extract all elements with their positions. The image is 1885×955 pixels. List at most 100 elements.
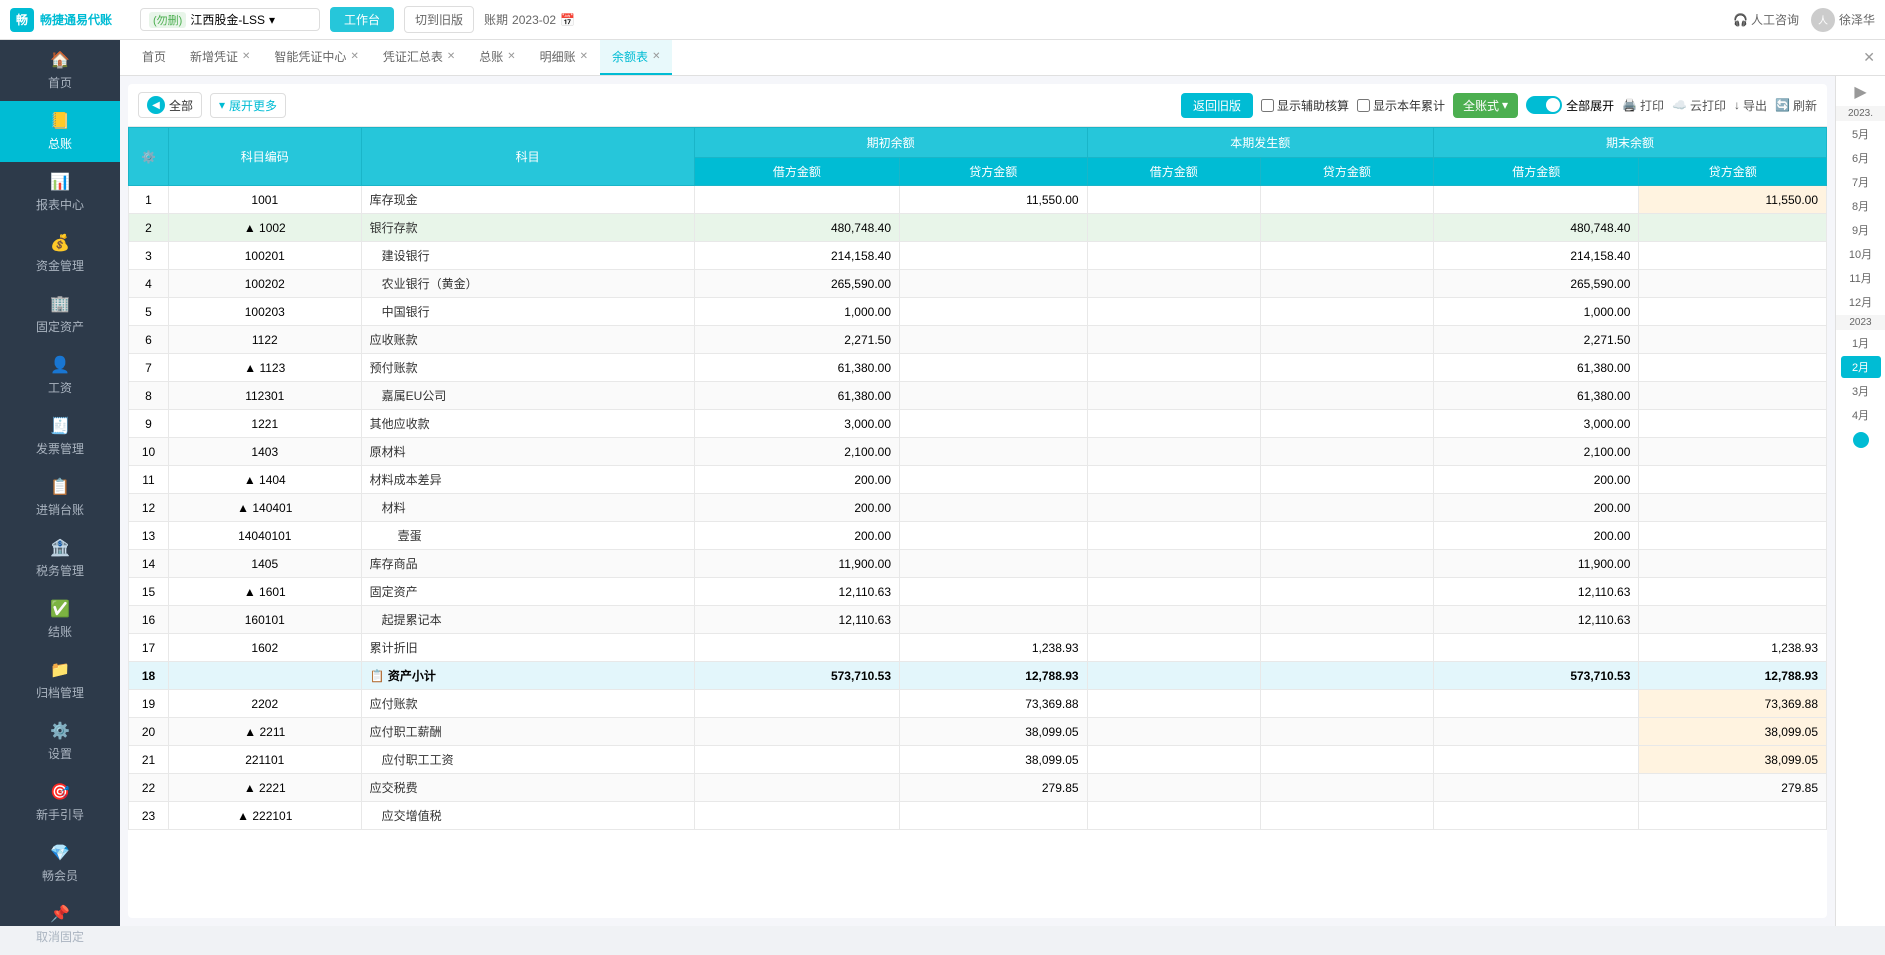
account-name-link[interactable]: 银行存款 [370, 221, 418, 235]
month-7[interactable]: 7月 [1841, 171, 1881, 193]
account-name-link[interactable]: 固定资产 [370, 585, 418, 599]
sidebar-item-purchase[interactable]: 📋 进销台账 [0, 467, 120, 528]
month-5[interactable]: 5月 [1841, 123, 1881, 145]
workbench-button[interactable]: 工作台 [330, 7, 394, 32]
toggle-switch-control[interactable] [1526, 96, 1562, 114]
table-row-name[interactable]: 其他应收款 [361, 410, 694, 438]
account-name-link[interactable]: 起提累记本 [382, 613, 442, 627]
month-11[interactable]: 11月 [1841, 267, 1881, 289]
account-name-link[interactable]: 累计折旧 [370, 641, 418, 655]
table-row-name[interactable]: 累计折旧 [361, 634, 694, 662]
account-name-link[interactable]: 农业银行（黄金） [382, 277, 478, 291]
sidebar-item-checkout[interactable]: ✅ 结账 [0, 589, 120, 650]
table-row-name[interactable]: 原材料 [361, 438, 694, 466]
cloud-print-button[interactable]: ☁️ 云打印 [1672, 97, 1726, 114]
account-name-link[interactable]: 材料 [382, 501, 406, 515]
tab-detail-ledger[interactable]: 明细账 ✕ [528, 40, 600, 75]
month-6[interactable]: 6月 [1841, 147, 1881, 169]
sidebar-item-asset[interactable]: 🏢 固定资产 [0, 284, 120, 345]
sidebar-item-invoice[interactable]: 🧾 发票管理 [0, 406, 120, 467]
tab-new-voucher-close[interactable]: ✕ [242, 51, 250, 62]
chk-auxiliary[interactable] [1261, 99, 1274, 112]
chk-year-accum[interactable] [1357, 99, 1370, 112]
toggle-expand[interactable]: 全部展开 [1526, 96, 1614, 114]
refresh-button[interactable]: 🔄 刷新 [1775, 97, 1817, 114]
chk-auxiliary-label[interactable]: 显示辅助核算 [1261, 97, 1349, 114]
tab-voucher-summary-close[interactable]: ✕ [447, 51, 455, 62]
table-row-name[interactable]: 应付职工工资 [361, 746, 694, 774]
tab-home[interactable]: 首页 [130, 40, 178, 75]
sidebar-item-tax[interactable]: 🏦 税务管理 [0, 528, 120, 589]
account-name-link[interactable]: 中国银行 [382, 305, 430, 319]
account-name-link[interactable]: 应付账款 [370, 697, 418, 711]
table-row-name[interactable]: 起提累记本 [361, 606, 694, 634]
table-row-name[interactable]: 预付账款 [361, 354, 694, 382]
tab-ledger-close[interactable]: ✕ [507, 51, 515, 62]
sidebar-item-salary[interactable]: 👤 工资 [0, 345, 120, 406]
sidebar-item-member[interactable]: 💎 畅会员 [0, 833, 120, 894]
table-row-name[interactable]: 应付职工薪酬 [361, 718, 694, 746]
account-name-link[interactable]: 材料成本差异 [370, 473, 442, 487]
table-row-name[interactable]: 固定资产 [361, 578, 694, 606]
user-area[interactable]: 人 徐泽华 [1811, 8, 1875, 32]
export-button[interactable]: ↓ 导出 [1734, 97, 1767, 114]
sidebar-item-ledger[interactable]: 📒 总账 [0, 101, 120, 162]
tab-balance-close[interactable]: ✕ [652, 51, 660, 62]
account-name-link[interactable]: 原材料 [370, 445, 406, 459]
chk-year-accum-label[interactable]: 显示本年累计 [1357, 97, 1445, 114]
tab-close-all[interactable]: ✕ [1863, 49, 1875, 66]
table-row-name[interactable]: 应收账款 [361, 326, 694, 354]
account-name-link[interactable]: 建设银行 [382, 249, 430, 263]
print-button[interactable]: 🖨️ 打印 [1622, 97, 1664, 114]
consult-area[interactable]: 🎧 人工咨询 [1733, 11, 1799, 28]
sidebar-item-settings[interactable]: ⚙️ 设置 [0, 711, 120, 772]
table-row-name[interactable]: 应交增值税 [361, 802, 694, 830]
sidebar-item-fund[interactable]: 💰 资金管理 [0, 223, 120, 284]
table-row-name[interactable]: 材料 [361, 494, 694, 522]
account-name-link[interactable]: 库存现金 [370, 193, 418, 207]
month-2[interactable]: 2月 [1841, 356, 1881, 378]
account-name-link[interactable]: 嘉属EU公司 [382, 389, 447, 403]
account-name-link[interactable]: 壹蛋 [398, 529, 422, 543]
tab-balance[interactable]: 余额表 ✕ [600, 40, 672, 75]
return-old-button[interactable]: 返回旧版 [1181, 93, 1253, 118]
tab-new-voucher[interactable]: 新增凭证 ✕ [178, 40, 262, 75]
table-row-name[interactable]: 应交税费 [361, 774, 694, 802]
table-row-name[interactable]: 壹蛋 [361, 522, 694, 550]
tab-smart-voucher[interactable]: 智能凭证中心 ✕ [262, 40, 370, 75]
table-row-name[interactable]: 应付账款 [361, 690, 694, 718]
account-name-link[interactable]: 应付职工工资 [382, 753, 454, 767]
table-row-name[interactable]: 银行存款 [361, 214, 694, 242]
month-3[interactable]: 3月 [1841, 380, 1881, 402]
fullmode-button[interactable]: 全账式 ▾ [1453, 93, 1518, 118]
tab-detail-ledger-close[interactable]: ✕ [580, 51, 588, 62]
month-8[interactable]: 8月 [1841, 195, 1881, 217]
month-4[interactable]: 4月 [1841, 404, 1881, 426]
account-name-link[interactable]: 预付账款 [370, 361, 418, 375]
table-row-name[interactable]: 库存现金 [361, 186, 694, 214]
sidebar-item-unpin[interactable]: 📌 取消固定 [0, 894, 120, 955]
sidebar-item-guide[interactable]: 🎯 新手引导 [0, 772, 120, 833]
account-name-link[interactable]: 应付职工薪酬 [370, 725, 442, 739]
table-row-name[interactable]: 嘉属EU公司 [361, 382, 694, 410]
tab-voucher-summary[interactable]: 凭证汇总表 ✕ [371, 40, 467, 75]
calendar-expand-arrow[interactable]: ▶ [1852, 80, 1868, 104]
tab-ledger[interactable]: 总账 ✕ [467, 40, 527, 75]
sidebar-item-home[interactable]: 🏠 首页 [0, 40, 120, 101]
filter-button[interactable]: ◀ 全部 [138, 92, 202, 118]
account-name-link[interactable]: 库存商品 [370, 557, 418, 571]
expand-button[interactable]: ▾ 展开更多 [210, 93, 286, 118]
switch-button[interactable]: 切到旧版 [404, 6, 474, 33]
month-1[interactable]: 1月 [1841, 332, 1881, 354]
account-name-link[interactable]: 应收账款 [370, 333, 418, 347]
col-settings[interactable]: ⚙️ [129, 128, 169, 186]
month-9[interactable]: 9月 [1841, 219, 1881, 241]
company-selector[interactable]: (勿删) 江西股金-LSS ▾ [140, 8, 320, 31]
table-row-name[interactable]: 中国银行 [361, 298, 694, 326]
table-row-name[interactable]: 库存商品 [361, 550, 694, 578]
tab-smart-voucher-close[interactable]: ✕ [350, 51, 358, 62]
account-name-link[interactable]: 应交税费 [370, 781, 418, 795]
account-name-link[interactable]: 应交增值税 [382, 809, 442, 823]
table-row-name[interactable]: 材料成本差异 [361, 466, 694, 494]
table-row-name[interactable]: 农业银行（黄金） [361, 270, 694, 298]
